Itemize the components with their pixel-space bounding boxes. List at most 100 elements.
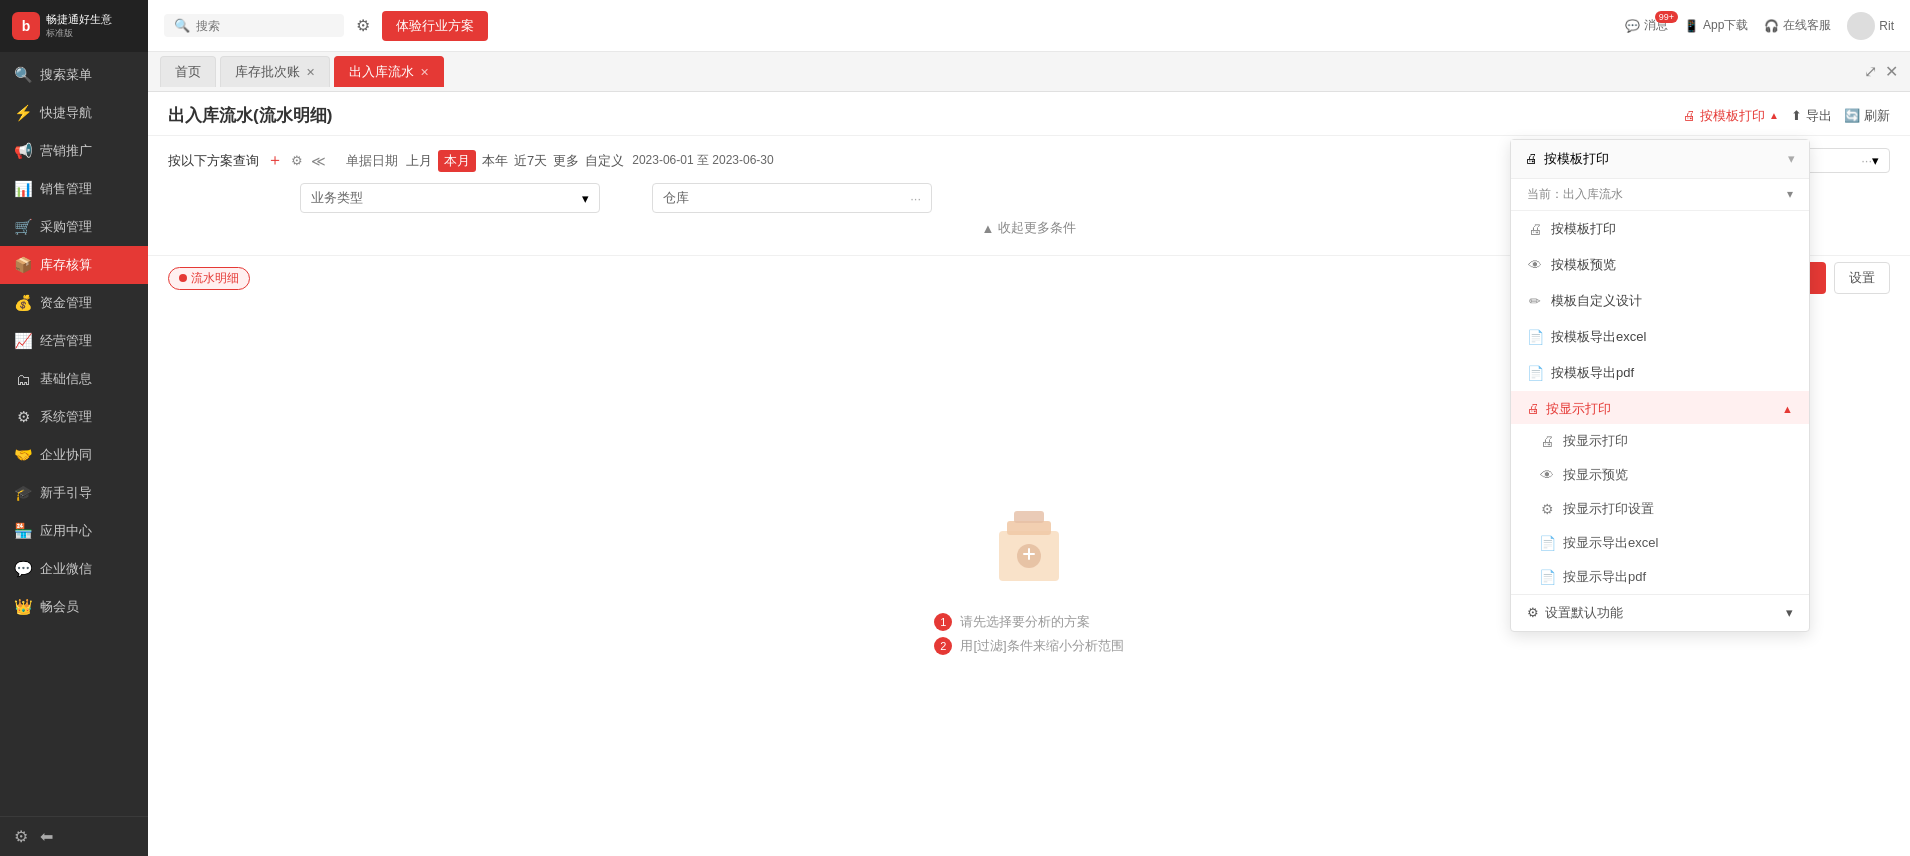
sidebar-item-search[interactable]: 🔍 搜索菜单 — [0, 56, 148, 94]
filter-business-type-select[interactable]: 业务类型 ▾ — [300, 183, 600, 213]
dropdown-template-customize-icon: ✏ — [1527, 293, 1543, 309]
sidebar-collapse-icon[interactable]: ⬅ — [40, 827, 53, 846]
dropdown-item-template-excel[interactable]: 📄 按模板导出excel — [1511, 319, 1809, 355]
sidebar-item-guide[interactable]: 🎓 新手引导 — [0, 474, 148, 512]
tab-batch-account-close-icon[interactable]: ✕ — [306, 66, 315, 79]
export-button[interactable]: ⬆ 导出 — [1791, 107, 1832, 125]
app-download-button[interactable]: 📱 App下载 — [1684, 17, 1748, 34]
sidebar-logo: b 畅捷通好生意 标准版 — [0, 0, 148, 52]
tab-close-button[interactable]: ✕ — [1885, 62, 1898, 81]
sidebar-item-operations[interactable]: 📈 经营管理 — [0, 322, 148, 360]
sidebar-item-label: 销售管理 — [40, 180, 92, 198]
refresh-icon: 🔄 — [1844, 108, 1860, 123]
query-tag-label: 流水明细 — [191, 270, 239, 287]
query-tag-active[interactable]: 流水明细 — [168, 267, 250, 290]
dropdown-footer-settings-icon: ⚙ — [1527, 605, 1539, 620]
filter-date-custom[interactable]: 自定义 — [585, 152, 624, 170]
filter-voucher-type-controls: ··· ▾ — [1857, 153, 1879, 168]
dropdown-item-template-preview-label: 按模板预览 — [1551, 256, 1616, 274]
topbar-gear-icon[interactable]: ⚙ — [356, 16, 370, 35]
dropdown-sub-item-display-excel[interactable]: 📄 按显示导出excel — [1511, 526, 1809, 560]
member-icon: 👑 — [14, 598, 32, 616]
sidebar-item-label: 搜索菜单 — [40, 66, 92, 84]
inventory-icon: 📦 — [14, 256, 32, 274]
filter-date-this-month[interactable]: 本月 — [438, 150, 476, 172]
dropdown-sub-item-display-print[interactable]: 🖨 按显示打印 — [1511, 424, 1809, 458]
sidebar-item-label: 经营管理 — [40, 332, 92, 350]
industry-solution-button[interactable]: 体验行业方案 — [382, 11, 488, 41]
topbar-search-box[interactable]: 🔍 — [164, 14, 344, 37]
sidebar-item-label: 采购管理 — [40, 218, 92, 236]
collapse-icon: ▲ — [982, 221, 995, 236]
topbar-search-icon: 🔍 — [174, 18, 190, 33]
dropdown-header[interactable]: 🖨 按模板打印 ▾ — [1511, 140, 1809, 179]
hint-num-2: 2 — [934, 637, 952, 655]
settings-button[interactable]: 设置 — [1834, 262, 1890, 294]
print-template-button[interactable]: 🖨 按模板打印 ▲ — [1683, 107, 1779, 125]
filter-add-button[interactable]: ＋ — [267, 150, 283, 171]
hint-num-1: 1 — [934, 613, 952, 631]
tab-maximize-button[interactable]: ⤢ — [1864, 62, 1877, 81]
sidebar-item-appstore[interactable]: 🏪 应用中心 — [0, 512, 148, 550]
sidebar-item-inventory[interactable]: 📦 库存核算 — [0, 246, 148, 284]
refresh-button[interactable]: 🔄 刷新 — [1844, 107, 1890, 125]
coop-icon: 🤝 — [14, 446, 32, 464]
dropdown-template-excel-icon: 📄 — [1527, 329, 1543, 345]
sidebar-item-label: 畅会员 — [40, 598, 79, 616]
sidebar-settings-icon[interactable]: ⚙ — [14, 827, 28, 846]
svg-rect-1 — [1007, 521, 1051, 535]
dropdown-section-display-print[interactable]: 🖨 按显示打印 ▲ — [1511, 391, 1809, 424]
filter-date-this-year[interactable]: 本年 — [482, 152, 508, 170]
sidebar-item-system[interactable]: ⚙ 系统管理 — [0, 398, 148, 436]
dropdown-sub-item-display-settings[interactable]: ⚙ 按显示打印设置 — [1511, 492, 1809, 526]
sidebar-item-wechat[interactable]: 💬 企业微信 — [0, 550, 148, 588]
sidebar-item-label: 应用中心 — [40, 522, 92, 540]
dropdown-footer[interactable]: ⚙ 设置默认功能 ▾ — [1511, 594, 1809, 631]
finance-icon: 💰 — [14, 294, 32, 312]
export-icon: ⬆ — [1791, 108, 1802, 123]
tab-in-out-flow[interactable]: 出入库流水 ✕ — [334, 56, 444, 87]
dropdown-header-label: 按模板打印 — [1544, 150, 1609, 168]
sidebar-item-marketing[interactable]: 📢 营销推广 — [0, 132, 148, 170]
filter-business-chevron-icon: ▾ — [582, 191, 589, 206]
sidebar-item-sales[interactable]: 📊 销售管理 — [0, 170, 148, 208]
filter-settings-icon[interactable]: ⚙ — [291, 153, 303, 168]
dropdown-sub-item-display-pdf[interactable]: 📄 按显示导出pdf — [1511, 560, 1809, 594]
filter-date-7days[interactable]: 近7天 — [514, 152, 547, 170]
dropdown-sub-item-display-preview[interactable]: 👁 按显示预览 — [1511, 458, 1809, 492]
tab-batch-account[interactable]: 库存批次账 ✕ — [220, 56, 330, 87]
filter-warehouse-select[interactable]: 仓库 ··· — [652, 183, 932, 213]
sidebar-item-finance[interactable]: 💰 资金管理 — [0, 284, 148, 322]
sidebar-item-label: 资金管理 — [40, 294, 92, 312]
dropdown-item-template-print[interactable]: 🖨 按模板打印 — [1511, 211, 1809, 247]
display-settings-icon: ⚙ — [1539, 501, 1555, 517]
sidebar-item-basic[interactable]: 🗂 基础信息 — [0, 360, 148, 398]
tab-in-out-flow-close-icon[interactable]: ✕ — [420, 66, 429, 79]
purchase-icon: 🛒 — [14, 218, 32, 236]
filter-date-section: 单据日期 上月 本月 本年 近7天 更多 自定义 2023-06-01 至 20… — [346, 150, 774, 172]
empty-hint-2: 2 用[过滤]条件来缩小分析范围 — [934, 637, 1123, 655]
message-button[interactable]: 💬 消息 99+ — [1625, 17, 1668, 34]
filter-date-more[interactable]: 更多 — [553, 152, 579, 170]
sidebar-item-coop[interactable]: 🤝 企业协同 — [0, 436, 148, 474]
filter-section-label: 按以下方案查询 ＋ ⚙ ≪ — [168, 150, 326, 171]
tab-home-label: 首页 — [175, 63, 201, 81]
sidebar-item-purchase[interactable]: 🛒 采购管理 — [0, 208, 148, 246]
customer-service-button[interactable]: 🎧 在线客服 — [1764, 17, 1831, 34]
current-indicator: 当前：出入库流水 ▾ — [1511, 179, 1809, 211]
sidebar-nav: 🔍 搜索菜单 ⚡ 快捷导航 📢 营销推广 📊 销售管理 🛒 采购管理 📦 库存核… — [0, 52, 148, 816]
topbar-search-input[interactable] — [196, 19, 316, 33]
user-avatar-button[interactable]: Rit — [1847, 12, 1894, 40]
dropdown-item-template-customize[interactable]: ✏ 模板自定义设计 — [1511, 283, 1809, 319]
filter-date-last-month[interactable]: 上月 — [406, 152, 432, 170]
filter-date-label: 单据日期 — [346, 152, 398, 170]
dropdown-item-template-pdf[interactable]: 📄 按模板导出pdf — [1511, 355, 1809, 391]
sidebar-item-quick-nav[interactable]: ⚡ 快捷导航 — [0, 94, 148, 132]
filter-collapse-icon[interactable]: ≪ — [311, 153, 326, 169]
tab-batch-account-label: 库存批次账 — [235, 63, 300, 81]
dropdown-item-template-preview[interactable]: 👁 按模板预览 — [1511, 247, 1809, 283]
tab-home[interactable]: 首页 — [160, 56, 216, 87]
dropdown-chevron-icon: ▾ — [1788, 151, 1795, 166]
filter-date-options: 上月 本月 本年 近7天 更多 自定义 — [406, 150, 624, 172]
sidebar-item-member[interactable]: 👑 畅会员 — [0, 588, 148, 626]
